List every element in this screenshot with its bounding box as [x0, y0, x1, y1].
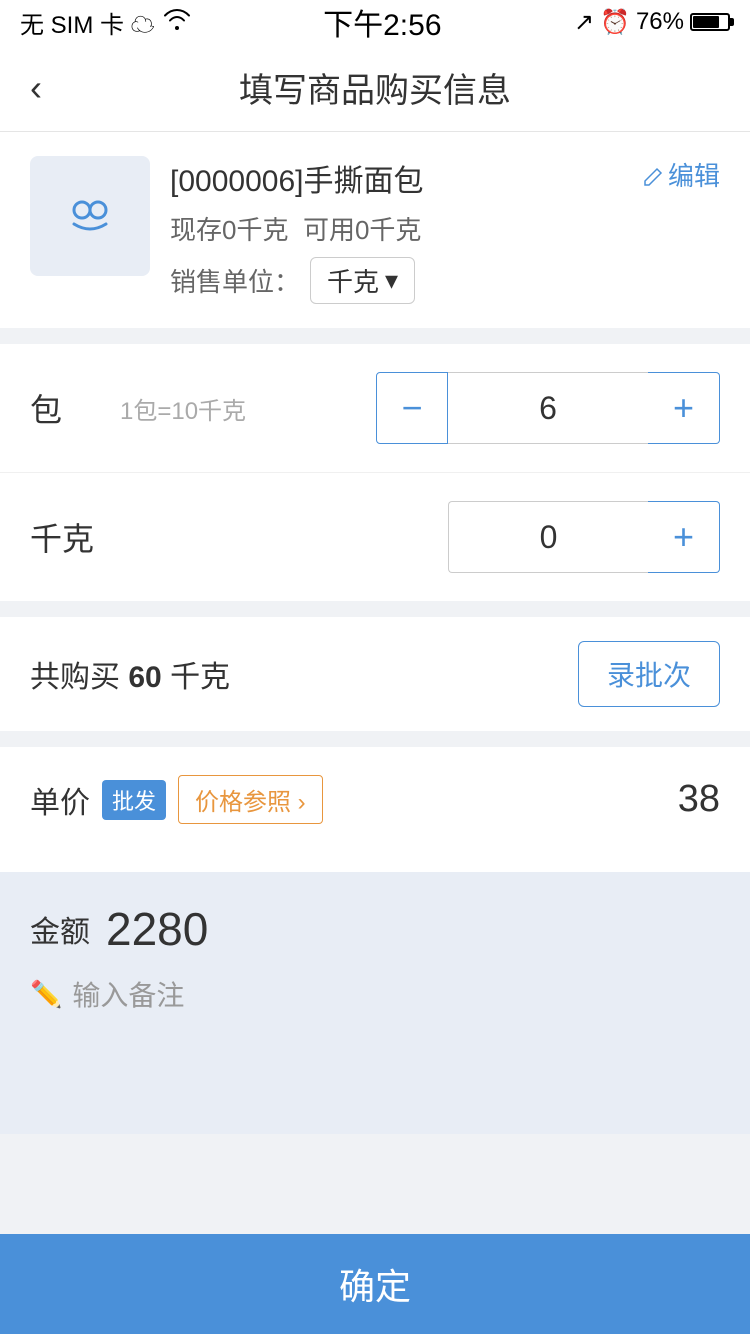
qty-label-bag: 包: [30, 385, 110, 431]
product-image: [30, 156, 150, 276]
price-section: 单价 批发 价格参照 › 38: [0, 747, 750, 872]
status-right: ↗ ⏰ 76%: [574, 8, 730, 37]
price-ref-button[interactable]: 价格参照 ›: [178, 775, 323, 824]
price-tag-wholesale: 批发: [102, 780, 166, 820]
unit-dropdown[interactable]: 千克 ▾: [310, 257, 415, 304]
total-unit: 千克: [170, 661, 230, 694]
qty-sublabel-bag: 1包=10千克: [120, 391, 376, 426]
sim-label: 无 SIM 卡 ☁: [20, 5, 155, 40]
decrease-bag-button[interactable]: −: [376, 372, 448, 444]
qty-controls-bag: − +: [376, 372, 720, 444]
qty-input-kg[interactable]: [448, 501, 648, 573]
stock-text: 现存0千克: [170, 215, 288, 245]
batch-button[interactable]: 录批次: [578, 641, 720, 707]
status-bar: 无 SIM 卡 ☁ 下午2:56 ↗ ⏰ 76%: [0, 0, 750, 44]
product-info: [0000006]手撕面包 编辑 现存0千克 可用0千克 销售单位： 千克 ▾: [170, 156, 720, 304]
battery-percent: 76%: [636, 8, 684, 36]
amount-value: 2280: [106, 902, 208, 956]
pencil-icon: ✏️: [30, 979, 62, 1010]
total-text: 共购买 60 千克: [30, 652, 230, 696]
wifi-icon: [163, 8, 191, 37]
qty-controls-kg: +: [448, 501, 720, 573]
alarm-icon: ⏰: [600, 8, 630, 37]
page-title: 填写商品购买信息: [239, 63, 511, 112]
back-button[interactable]: ‹: [20, 57, 52, 119]
quantity-row-kg: 千克 +: [0, 473, 750, 601]
amount-section: 金额 2280 ✏️ 输入备注: [0, 872, 750, 1034]
unit-label: 销售单位：: [170, 262, 300, 299]
total-section: 共购买 60 千克 录批次: [0, 617, 750, 731]
status-time: 下午2:56: [323, 0, 441, 44]
price-value: 38: [678, 778, 720, 821]
price-label: 单价: [30, 778, 90, 822]
stock-info: 现存0千克 可用0千克: [170, 210, 720, 247]
product-name: [0000006]手撕面包: [170, 156, 423, 200]
total-prefix: 共购买: [30, 661, 128, 694]
qty-label-kg: 千克: [30, 514, 110, 560]
price-left: 单价 批发 价格参照 ›: [30, 775, 323, 824]
qty-input-bag[interactable]: [448, 372, 648, 444]
edit-label: 编辑: [668, 156, 720, 193]
chevron-down-icon: ▾: [385, 265, 398, 296]
product-name-row: [0000006]手撕面包 编辑: [170, 156, 720, 200]
note-placeholder: 输入备注: [72, 974, 184, 1014]
nav-bar: ‹ 填写商品购买信息: [0, 44, 750, 132]
available-text: 可用0千克: [296, 215, 422, 245]
amount-row: 金额 2280: [30, 902, 720, 956]
note-row[interactable]: ✏️ 输入备注: [30, 974, 720, 1014]
increase-bag-button[interactable]: +: [648, 372, 720, 444]
price-ref-label: 价格参照 ›: [195, 782, 306, 817]
quantity-section: 包 1包=10千克 − + 千克 +: [0, 344, 750, 601]
location-icon: ↗: [574, 8, 594, 37]
price-row: 单价 批发 价格参照 › 38: [30, 775, 720, 824]
battery-icon: [690, 13, 730, 31]
edit-button[interactable]: 编辑: [642, 156, 720, 193]
product-card: [0000006]手撕面包 编辑 现存0千克 可用0千克 销售单位： 千克 ▾: [0, 132, 750, 328]
total-amount: 60: [128, 661, 161, 694]
confirm-button[interactable]: 确定: [0, 1234, 750, 1334]
unit-value: 千克: [327, 262, 379, 299]
increase-kg-button[interactable]: +: [648, 501, 720, 573]
amount-label: 金额: [30, 907, 90, 951]
quantity-row-bag: 包 1包=10千克 − +: [0, 344, 750, 473]
status-left: 无 SIM 卡 ☁: [20, 5, 191, 40]
unit-row: 销售单位： 千克 ▾: [170, 257, 720, 304]
